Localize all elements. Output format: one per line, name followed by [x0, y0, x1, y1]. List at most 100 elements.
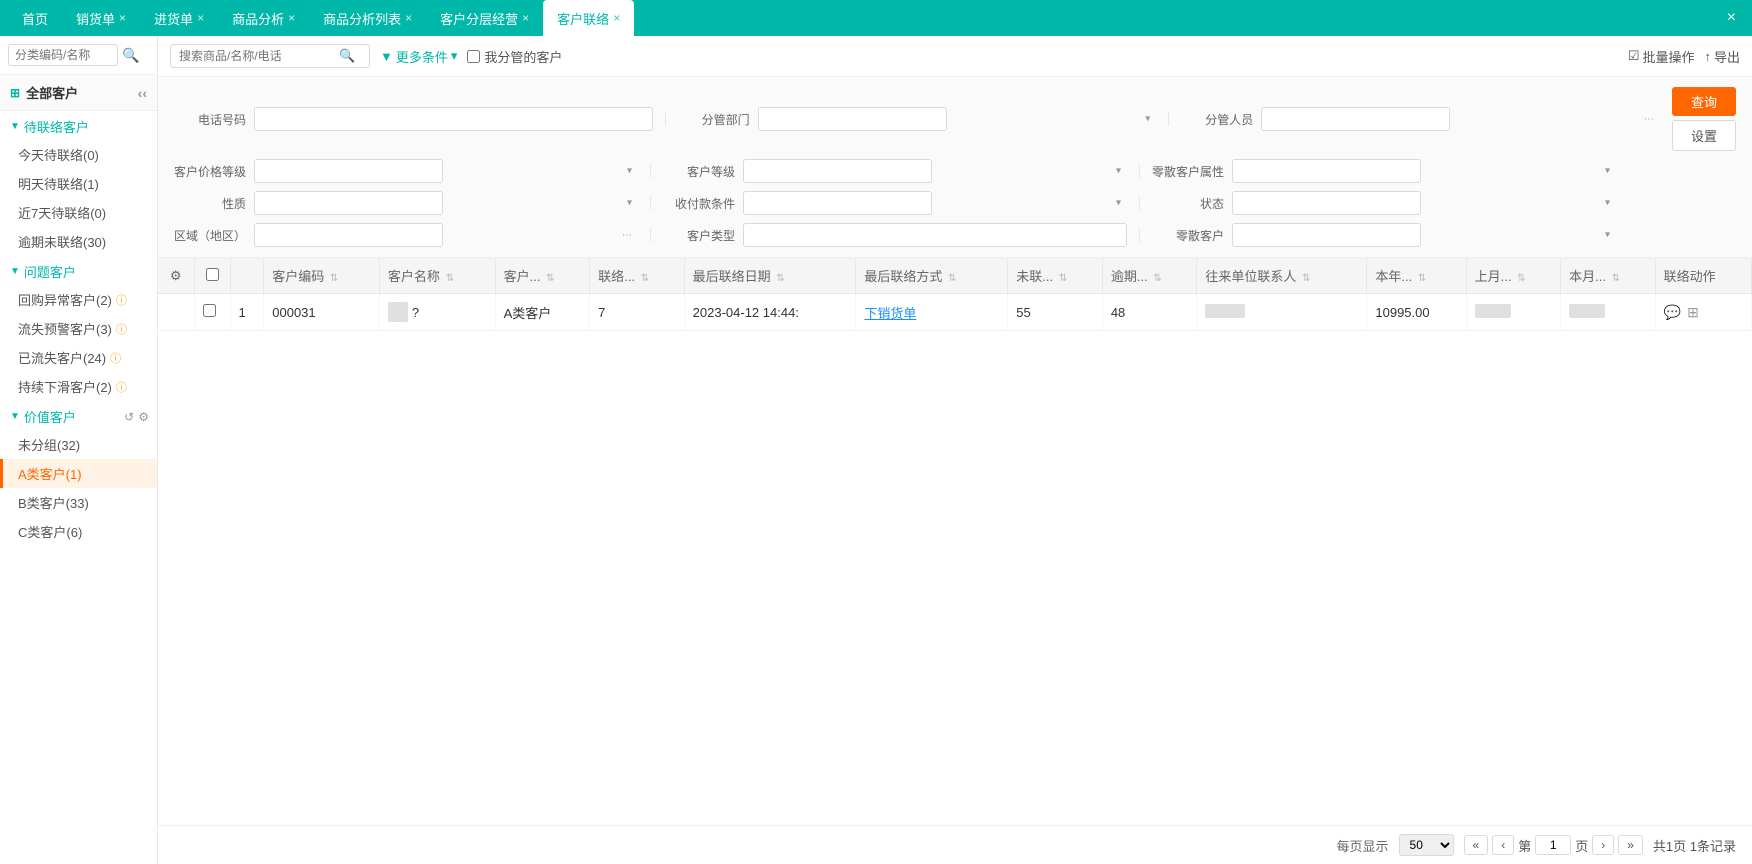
value-customers-refresh-icon[interactable]: ↺: [124, 410, 134, 424]
nav-sales[interactable]: 销货单 ×: [62, 0, 140, 36]
content-area: 🔍 ▼ 更多条件 ▾ 我分管的客户 ☑ 批量操作 ↑ 导出: [158, 36, 1752, 864]
sidebar-item-7days[interactable]: 近7天待联络(0): [0, 198, 157, 227]
select-all-checkbox[interactable]: [206, 268, 219, 281]
chevron-retail-attr-icon: ▾: [1605, 166, 1610, 177]
nav-purchase[interactable]: 进货单 ×: [140, 0, 218, 36]
td-overdue: 48: [1102, 294, 1197, 331]
th-unit-contact[interactable]: 往来单位联系人 ⇅: [1197, 258, 1367, 294]
export-button[interactable]: ↑ 导出: [1704, 47, 1740, 66]
filter-select-status[interactable]: [1232, 191, 1421, 215]
filter-select-retail-attr[interactable]: 全部: [1232, 159, 1421, 183]
sort-customer-name: ⇅: [446, 273, 454, 284]
th-customer-name[interactable]: 客户名称 ⇅: [379, 258, 495, 294]
sidebar-item-lost[interactable]: 已流失客户(24) ⓘ: [0, 343, 157, 372]
sidebar-search-icon[interactable]: 🔍: [122, 47, 139, 64]
action-qr-icon[interactable]: ⊞: [1687, 304, 1699, 321]
filter-select-person[interactable]: [1261, 107, 1450, 131]
close-customer-contact-tab[interactable]: ×: [613, 11, 620, 25]
sidebar-item-lost-risk[interactable]: 流失预警客户(3) ⓘ: [0, 314, 157, 343]
nav-customer-segment[interactable]: 客户分层经营 ×: [426, 0, 543, 36]
th-contact[interactable]: 联络... ⇅: [590, 258, 685, 294]
filter-search-icon[interactable]: 🔍: [339, 48, 355, 64]
filter-select-price-level[interactable]: [254, 159, 443, 183]
first-page-button[interactable]: «: [1464, 835, 1489, 855]
sidebar-item-overdue-contact[interactable]: 逾期未联络(30): [0, 227, 157, 256]
nav-goods-analysis-list[interactable]: 商品分析列表 ×: [309, 0, 426, 36]
sidebar-item-tomorrow[interactable]: 明天待联络(1): [0, 169, 157, 198]
filter-select-nature-wrap: ▾: [254, 191, 638, 215]
close-goods-analysis-list-tab[interactable]: ×: [405, 11, 412, 25]
sidebar-item-class-c[interactable]: C类客户(6): [0, 517, 157, 546]
sort-last-contact-method: ⇅: [948, 273, 956, 284]
th-last-month[interactable]: 上月... ⇅: [1466, 258, 1561, 294]
sidebar-item-class-a[interactable]: A类客户(1): [0, 459, 157, 488]
filter-cell-dept: 分管部门 ▾: [678, 107, 1157, 131]
batch-ops-button[interactable]: ☑ 批量操作: [1628, 47, 1695, 66]
th-this-month[interactable]: 本月... ⇅: [1561, 258, 1656, 294]
td-this-month: [1561, 294, 1656, 331]
close-purchase-tab[interactable]: ×: [197, 11, 204, 25]
th-category[interactable]: 客户... ⇅: [495, 258, 590, 294]
filter-select-payment[interactable]: [743, 191, 932, 215]
value-customers-settings-icon[interactable]: ⚙: [138, 410, 149, 424]
close-sales-tab[interactable]: ×: [119, 11, 126, 25]
close-customer-segment-tab[interactable]: ×: [522, 11, 529, 25]
nav-home[interactable]: 首页: [8, 0, 62, 36]
close-goods-analysis-tab[interactable]: ×: [288, 11, 295, 25]
settings-button[interactable]: 设置: [1672, 120, 1736, 151]
row-checkbox[interactable]: [203, 304, 216, 317]
window-close-button[interactable]: ×: [1719, 9, 1744, 27]
query-button[interactable]: 查询: [1672, 87, 1736, 116]
page-input[interactable]: [1535, 835, 1571, 855]
top-navigation: 首页 销货单 × 进货单 × 商品分析 × 商品分析列表 × 客户分层经营 × …: [0, 0, 1752, 36]
filter-search-input[interactable]: [179, 49, 339, 63]
th-this-year[interactable]: 本年... ⇅: [1367, 258, 1466, 294]
filter-cell-payment: 收付款条件 ▾: [663, 191, 1127, 215]
th-last-contact-date[interactable]: 最后联络日期 ⇅: [684, 258, 856, 294]
th-overdue[interactable]: 逾期... ⇅: [1102, 258, 1197, 294]
sidebar-collapse-button[interactable]: ‹‹: [138, 85, 147, 101]
my-customers-checkbox-label[interactable]: 我分管的客户: [467, 47, 562, 66]
prev-page-button[interactable]: ‹: [1492, 835, 1514, 855]
th-no-contact[interactable]: 未联... ⇅: [1008, 258, 1103, 294]
per-page-select[interactable]: 50 100 200: [1399, 834, 1454, 856]
sidebar: 🔍 ⊞ 全部客户 ‹‹ ▼ 待联络客户 今天待联络(0) 明天待联络(1) 近7…: [0, 36, 158, 864]
filter-select-nature[interactable]: [254, 191, 443, 215]
next-page-button[interactable]: ›: [1592, 835, 1614, 855]
filter-label-customer-level: 客户等级: [663, 163, 743, 180]
td-check: [194, 294, 230, 331]
filter-input-customer-type[interactable]: [743, 223, 1127, 247]
sidebar-item-repurchase-abnormal[interactable]: 回购异常客户(2) ⓘ: [0, 285, 157, 314]
sidebar-item-today[interactable]: 今天待联络(0): [0, 140, 157, 169]
th-gear[interactable]: ⚙: [158, 258, 194, 294]
filter-select-customer-level[interactable]: [743, 159, 932, 183]
data-table-area: ⚙ 客户编码 ⇅ 客户名称 ⇅: [158, 258, 1752, 825]
filter-row-2: 客户价格等级 ▾ 客户等级 ▾ 零散客户属性: [174, 159, 1736, 183]
nav-customer-contact[interactable]: 客户联络 ×: [543, 0, 634, 36]
last-contact-method-link[interactable]: 下销货单: [864, 306, 916, 321]
filter-input-phone[interactable]: [254, 107, 653, 131]
th-last-contact-method[interactable]: 最后联络方式 ⇅: [856, 258, 1008, 294]
sidebar-section-pending-contact[interactable]: ▼ 待联络客户: [0, 111, 157, 140]
my-customers-checkbox[interactable]: [467, 50, 480, 63]
sidebar-section-problem-customers[interactable]: ▼ 问题客户: [0, 256, 157, 285]
th-customer-code[interactable]: 客户编码 ⇅: [264, 258, 380, 294]
more-conditions-button[interactable]: ▼ 更多条件 ▾: [380, 47, 457, 66]
action-chat-icon[interactable]: 💬: [1664, 304, 1681, 321]
td-contact-count: 7: [590, 294, 685, 331]
filter-bar: 🔍 ▼ 更多条件 ▾ 我分管的客户 ☑ 批量操作 ↑ 导出: [158, 36, 1752, 77]
sidebar-item-unclassified[interactable]: 未分组(32): [0, 430, 157, 459]
sidebar-section-value-customers[interactable]: ▼ 价值客户 ↺ ⚙: [0, 401, 157, 430]
last-page-button[interactable]: »: [1618, 835, 1643, 855]
nav-goods-analysis[interactable]: 商品分析 ×: [218, 0, 309, 36]
filter-cell-nature: 性质 ▾: [174, 191, 638, 215]
sidebar-search-input[interactable]: [8, 44, 118, 66]
value-customers-arrow: ▼: [10, 411, 20, 422]
sidebar-item-class-b[interactable]: B类客户(33): [0, 488, 157, 517]
filter-select-retail-customer[interactable]: 全部: [1232, 223, 1421, 247]
filter-select-dept[interactable]: [758, 107, 947, 131]
filter-select-region[interactable]: [254, 223, 443, 247]
filter-cell-phone: 电话号码: [174, 107, 653, 131]
td-no-contact: 55: [1008, 294, 1103, 331]
sidebar-item-continuous-decline[interactable]: 持续下滑客户(2) ⓘ: [0, 372, 157, 401]
